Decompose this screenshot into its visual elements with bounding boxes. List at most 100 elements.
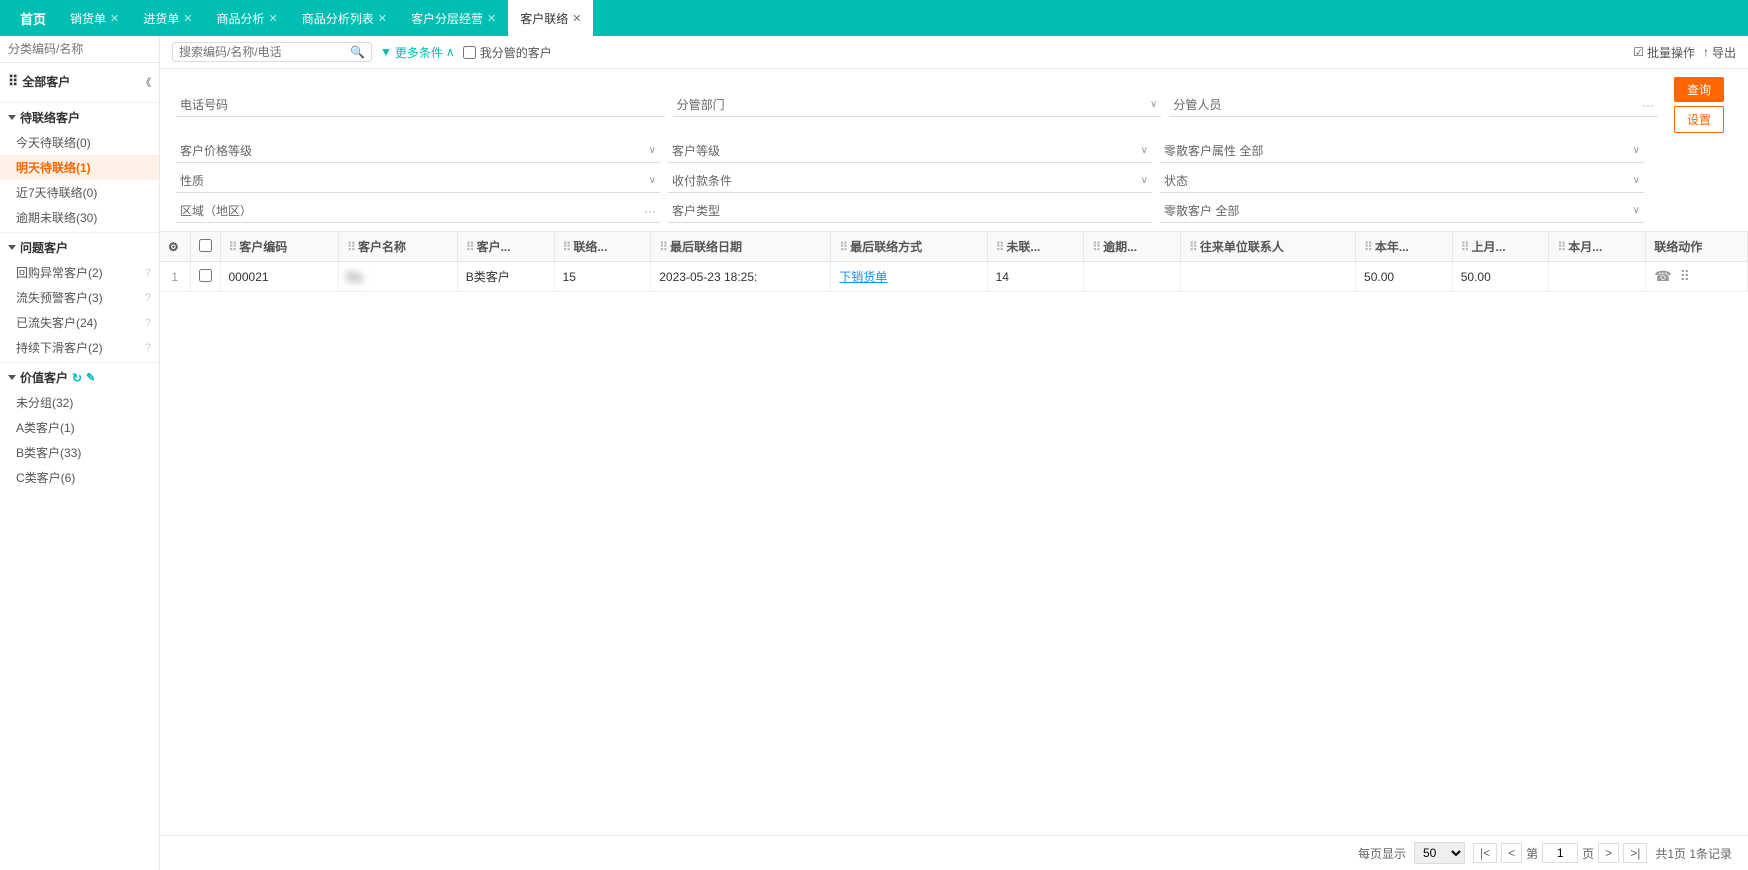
filter-price-level[interactable]: 客户价格等级 ∨ [176,139,660,163]
chevron-down-icon-8: ∨ [1633,205,1640,216]
th-customer-type: ⠿客户... [457,232,554,262]
action-more-icon[interactable]: ⠿ [1680,268,1690,285]
sidebar-item-typeC[interactable]: C类客户(6) [0,465,159,490]
sidebar-all-customers[interactable]: ⠿ 全部客户 《 [0,69,159,94]
edit-icon[interactable]: ✎ [86,371,95,384]
export-icon: ↑ [1703,45,1709,59]
sidebar-search-input[interactable] [8,42,160,56]
help-icon-declining[interactable]: ? [145,342,151,354]
search-icon[interactable]: 🔍 [350,45,365,59]
page-size-select[interactable]: 50 100 200 [1414,842,1465,864]
sidebar-item-overdue[interactable]: 逾期未联络(30) [0,205,159,230]
data-table-wrapper: ⚙ ⠿客户编码 ⠿客户名称 ⠿客户... ⠿联络... [160,232,1748,835]
sidebar-group-pending-header[interactable]: 待联络客户 [0,105,159,130]
filter-icon: ▼ [380,45,392,59]
more-icon[interactable]: ··· [1642,98,1654,112]
filter-status[interactable]: 状态 ∨ [1160,169,1644,193]
batch-operation-btn[interactable]: ☑ 批量操作 [1633,44,1695,61]
search-box[interactable]: 🔍 [172,42,372,62]
content-area: 🔍 ▼ 更多条件 ∧ 我分管的客户 ☑ 批量操作 ↑ 导出 [160,36,1748,870]
row-checkbox[interactable] [199,269,212,282]
refresh-icon[interactable]: ↻ [72,371,82,385]
my-customers-checkbox[interactable] [463,46,476,59]
select-all-checkbox[interactable] [199,239,212,252]
sidebar-item-typeA[interactable]: A类客户(1) [0,415,159,440]
action-call-icon[interactable]: ☎ [1654,268,1671,285]
sidebar-group-value: 价值客户 ↻ ✎ 未分组(32) A类客户(1) B类客户(33) C类客户(6… [0,365,159,490]
sidebar-item-typeB[interactable]: B类客户(33) [0,440,159,465]
sidebar-item-week7[interactable]: 近7天待联络(0) [0,180,159,205]
sidebar-collapse-btn[interactable]: 《 [141,74,151,89]
th-checkbox[interactable] [190,232,220,262]
nav-sales[interactable]: 销货单 ✕ [58,0,131,36]
sidebar-item-declining[interactable]: 持续下滑客户(2) ? [0,335,159,360]
filter-nature[interactable]: 性质 ∨ [176,169,660,193]
filter-retail-attr[interactable]: 零散客户属性 全部 ∨ [1160,139,1644,163]
filter-retail-customer[interactable]: 零散客户 全部 ∨ [1160,199,1644,223]
help-icon-warning[interactable]: ? [145,292,151,304]
nav-sales-close[interactable]: ✕ [110,12,119,25]
filter-customer-type[interactable]: 客户类型 [668,199,1152,223]
nav-goods-analysis-close[interactable]: ✕ [269,12,278,25]
nav-goods-analysis-list-close[interactable]: ✕ [378,12,387,25]
table-row: 1 000021 Ea B类客户 15 2023-05-23 18:25: 下销… [160,262,1748,292]
sidebar-group-problem-header[interactable]: 问题客户 [0,235,159,260]
filter-payment-terms[interactable]: 收付款条件 ∨ [668,169,1152,193]
next-page-btn[interactable]: > [1598,843,1619,863]
row-checkbox-cell[interactable] [190,262,220,292]
row-last-month: 50.00 [1452,262,1549,292]
filter-region[interactable]: 区域（地区） ··· [176,199,660,223]
th-last-contact-date: ⠿最后联络日期 [651,232,831,262]
page-input[interactable] [1542,843,1578,863]
last-page-btn[interactable]: >| [1623,843,1647,863]
row-contact-count: 15 [554,262,651,292]
nav-customer-layer[interactable]: 客户分层经营 ✕ [399,0,508,36]
nav-goods-analysis-list[interactable]: 商品分析列表 ✕ [290,0,399,36]
search-input[interactable] [179,45,350,59]
more-icon-2[interactable]: ··· [644,204,656,218]
nav-purchase-close[interactable]: ✕ [183,12,192,25]
filter-dept[interactable]: 分管部门 ∨ [673,93,1162,117]
prev-page-btn[interactable]: < [1501,843,1522,863]
th-this-month: ⠿本月... [1549,232,1646,262]
last-contact-link[interactable]: 下销货单 [839,270,887,284]
nav-purchase[interactable]: 进货单 ✕ [131,0,204,36]
sidebar-item-ungrouped[interactable]: 未分组(32) [0,390,159,415]
my-customers-checkbox-label[interactable]: 我分管的客户 [463,44,552,61]
help-icon-lost[interactable]: ? [145,317,151,329]
sidebar-item-warning[interactable]: 流失预警客户(3) ? [0,285,159,310]
setting-button[interactable]: 设置 [1674,106,1724,133]
nav-customer-layer-close[interactable]: ✕ [487,12,496,25]
sidebar-group-value-header[interactable]: 价值客户 ↻ ✎ [0,365,159,390]
filter-more-btn[interactable]: ▼ 更多条件 ∧ [380,44,455,61]
sidebar-item-abnormal[interactable]: 回购异常客户(2) ? [0,260,159,285]
query-button[interactable]: 查询 [1674,77,1724,102]
th-overdue: ⠿逾期... [1084,232,1181,262]
nav-goods-analysis[interactable]: 商品分析 ✕ [204,0,289,36]
page-unit-label: 页 [1582,845,1594,862]
nav-customer-contact-close[interactable]: ✕ [572,12,581,25]
sidebar-item-tomorrow[interactable]: 明天待联络(1) [0,155,159,180]
th-action: 联络动作 [1646,232,1748,262]
th-settings[interactable]: ⚙ [160,232,190,262]
th-customer-code: ⠿客户编码 [220,232,339,262]
row-customer-code: 000021 [220,262,339,292]
row-this-year: 50.00 [1356,262,1453,292]
filter-phone[interactable]: 电话号码 [176,93,665,117]
row-last-contact-method[interactable]: 下销货单 [831,262,987,292]
sidebar-item-today[interactable]: 今天待联络(0) [0,130,159,155]
sidebar-search-box[interactable]: 🔍 [0,36,159,63]
filter-action-buttons: 查询 设置 [1666,77,1732,133]
row-overdue [1084,262,1181,292]
nav-home[interactable]: 首页 [8,0,58,36]
filter-person[interactable]: 分管人员 ··· [1169,93,1658,117]
th-customer-name: ⠿客户名称 [339,232,458,262]
nav-customer-contact[interactable]: 客户联络 ✕ [508,0,593,36]
chevron-down-icon-5: ∨ [649,175,656,186]
total-records-label: 共1页 1条记录 [1655,845,1732,862]
first-page-btn[interactable]: |< [1473,843,1497,863]
export-btn[interactable]: ↑ 导出 [1703,44,1736,61]
filter-customer-level[interactable]: 客户等级 ∨ [668,139,1152,163]
sidebar-item-lost[interactable]: 已流失客户(24) ? [0,310,159,335]
help-icon-abnormal[interactable]: ? [145,267,151,279]
